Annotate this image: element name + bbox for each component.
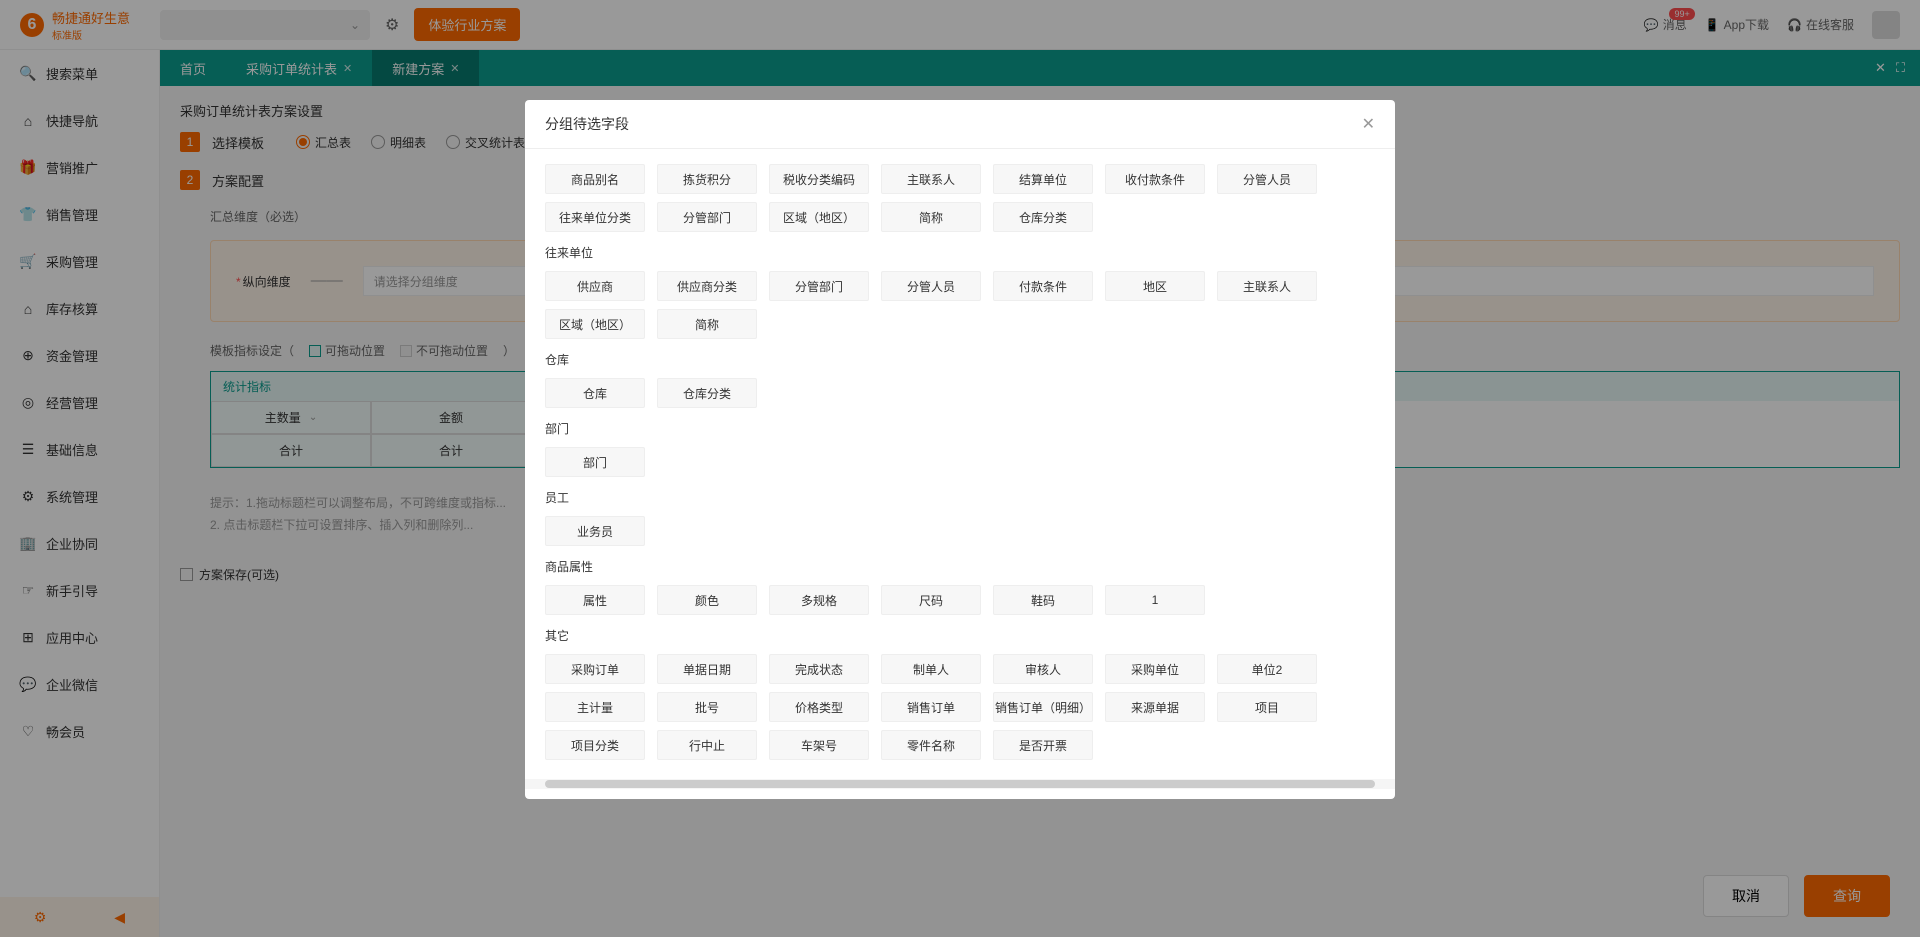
- field-chip[interactable]: 分管部门: [657, 202, 757, 232]
- field-chip[interactable]: 行中止: [657, 730, 757, 760]
- field-chip[interactable]: 简称: [657, 309, 757, 339]
- field-chip-row: 属性颜色多规格尺码鞋码 1: [545, 585, 1375, 615]
- field-chip-row: 仓库仓库分类: [545, 378, 1375, 408]
- field-chip[interactable]: 车架号: [769, 730, 869, 760]
- field-chip[interactable]: 来源单据: [1105, 692, 1205, 722]
- field-chip[interactable]: 供应商分类: [657, 271, 757, 301]
- field-chip[interactable]: 供应商: [545, 271, 645, 301]
- field-chip-row: 采购订单单据日期完成状态制单人审核人采购单位单位2: [545, 654, 1375, 684]
- field-chip[interactable]: 批号: [657, 692, 757, 722]
- field-chip[interactable]: 部门: [545, 447, 645, 477]
- field-chip[interactable]: 仓库分类: [993, 202, 1093, 232]
- field-chip[interactable]: 税收分类编码: [769, 164, 869, 194]
- field-chip[interactable]: 收付款条件: [1105, 164, 1205, 194]
- field-chip[interactable]: 分管部门: [769, 271, 869, 301]
- field-chip[interactable]: 多规格: [769, 585, 869, 615]
- modal-overlay[interactable]: 分组待选字段 ✕ 商品别名拣货积分税收分类编码主联系人结算单位收付款条件分管人员…: [0, 0, 1920, 937]
- field-chip-row: 供应商供应商分类分管部门分管人员付款条件地区主联系人: [545, 271, 1375, 301]
- field-group-title: 其它: [545, 627, 1375, 644]
- field-chip[interactable]: 采购订单: [545, 654, 645, 684]
- field-chip[interactable]: 颜色: [657, 585, 757, 615]
- field-chip[interactable]: 商品别名: [545, 164, 645, 194]
- field-chip[interactable]: 价格类型: [769, 692, 869, 722]
- field-chip[interactable]: 仓库: [545, 378, 645, 408]
- field-chip[interactable]: 销售订单: [881, 692, 981, 722]
- field-chip[interactable]: 项目: [1217, 692, 1317, 722]
- field-group-title: 部门: [545, 420, 1375, 437]
- field-chip[interactable]: 仓库分类: [657, 378, 757, 408]
- field-chip[interactable]: 单据日期: [657, 654, 757, 684]
- modal-header: 分组待选字段 ✕: [525, 100, 1395, 149]
- field-chip[interactable]: 分管人员: [881, 271, 981, 301]
- field-chip[interactable]: 拣货积分: [657, 164, 757, 194]
- field-chip[interactable]: 尺码: [881, 585, 981, 615]
- field-chip[interactable]: 鞋码: [993, 585, 1093, 615]
- field-chip[interactable]: 是否开票: [993, 730, 1093, 760]
- modal-body: 商品别名拣货积分税收分类编码主联系人结算单位收付款条件分管人员往来单位分类分管部…: [525, 149, 1395, 773]
- field-chip[interactable]: 简称: [881, 202, 981, 232]
- field-chip[interactable]: 结算单位: [993, 164, 1093, 194]
- close-icon[interactable]: ✕: [1362, 114, 1375, 134]
- field-chip[interactable]: 区域（地区）: [545, 309, 645, 339]
- field-chip[interactable]: 制单人: [881, 654, 981, 684]
- field-chip[interactable]: 项目分类: [545, 730, 645, 760]
- field-selector-modal: 分组待选字段 ✕ 商品别名拣货积分税收分类编码主联系人结算单位收付款条件分管人员…: [525, 100, 1395, 799]
- field-chip[interactable]: 主联系人: [881, 164, 981, 194]
- field-chip[interactable]: 采购单位: [1105, 654, 1205, 684]
- field-group-title: 往来单位: [545, 244, 1375, 261]
- field-chip-row: 区域（地区） 简称: [545, 309, 1375, 339]
- field-chip[interactable]: 分管人员: [1217, 164, 1317, 194]
- field-chip[interactable]: 往来单位分类: [545, 202, 645, 232]
- modal-title: 分组待选字段: [545, 114, 629, 134]
- field-chip[interactable]: 1: [1105, 585, 1205, 615]
- field-chip-row: 主计量批号价格类型销售订单销售订单（明细） 来源单据项目: [545, 692, 1375, 722]
- modal-horizontal-scrollbar[interactable]: [525, 779, 1395, 789]
- field-chip[interactable]: 区域（地区）: [769, 202, 869, 232]
- field-chip[interactable]: 完成状态: [769, 654, 869, 684]
- field-group-title: 员工: [545, 489, 1375, 506]
- field-chip[interactable]: 销售订单（明细）: [993, 692, 1093, 722]
- field-group-title: 仓库: [545, 351, 1375, 368]
- field-chip[interactable]: 付款条件: [993, 271, 1093, 301]
- field-chip[interactable]: 地区: [1105, 271, 1205, 301]
- field-group-title: 商品属性: [545, 558, 1375, 575]
- field-chip[interactable]: 单位2: [1217, 654, 1317, 684]
- field-chip-row: 业务员: [545, 516, 1375, 546]
- field-chip[interactable]: 审核人: [993, 654, 1093, 684]
- field-chip[interactable]: 零件名称: [881, 730, 981, 760]
- field-chip[interactable]: 业务员: [545, 516, 645, 546]
- field-chip[interactable]: 主联系人: [1217, 271, 1317, 301]
- field-chip-row: 部门: [545, 447, 1375, 477]
- field-chip-row: 项目分类行中止车架号零件名称是否开票: [545, 730, 1375, 760]
- field-chip[interactable]: 主计量: [545, 692, 645, 722]
- field-chip-row: 往来单位分类分管部门区域（地区） 简称仓库分类: [545, 202, 1375, 232]
- field-chip[interactable]: 属性: [545, 585, 645, 615]
- field-chip-row: 商品别名拣货积分税收分类编码主联系人结算单位收付款条件分管人员: [545, 164, 1375, 194]
